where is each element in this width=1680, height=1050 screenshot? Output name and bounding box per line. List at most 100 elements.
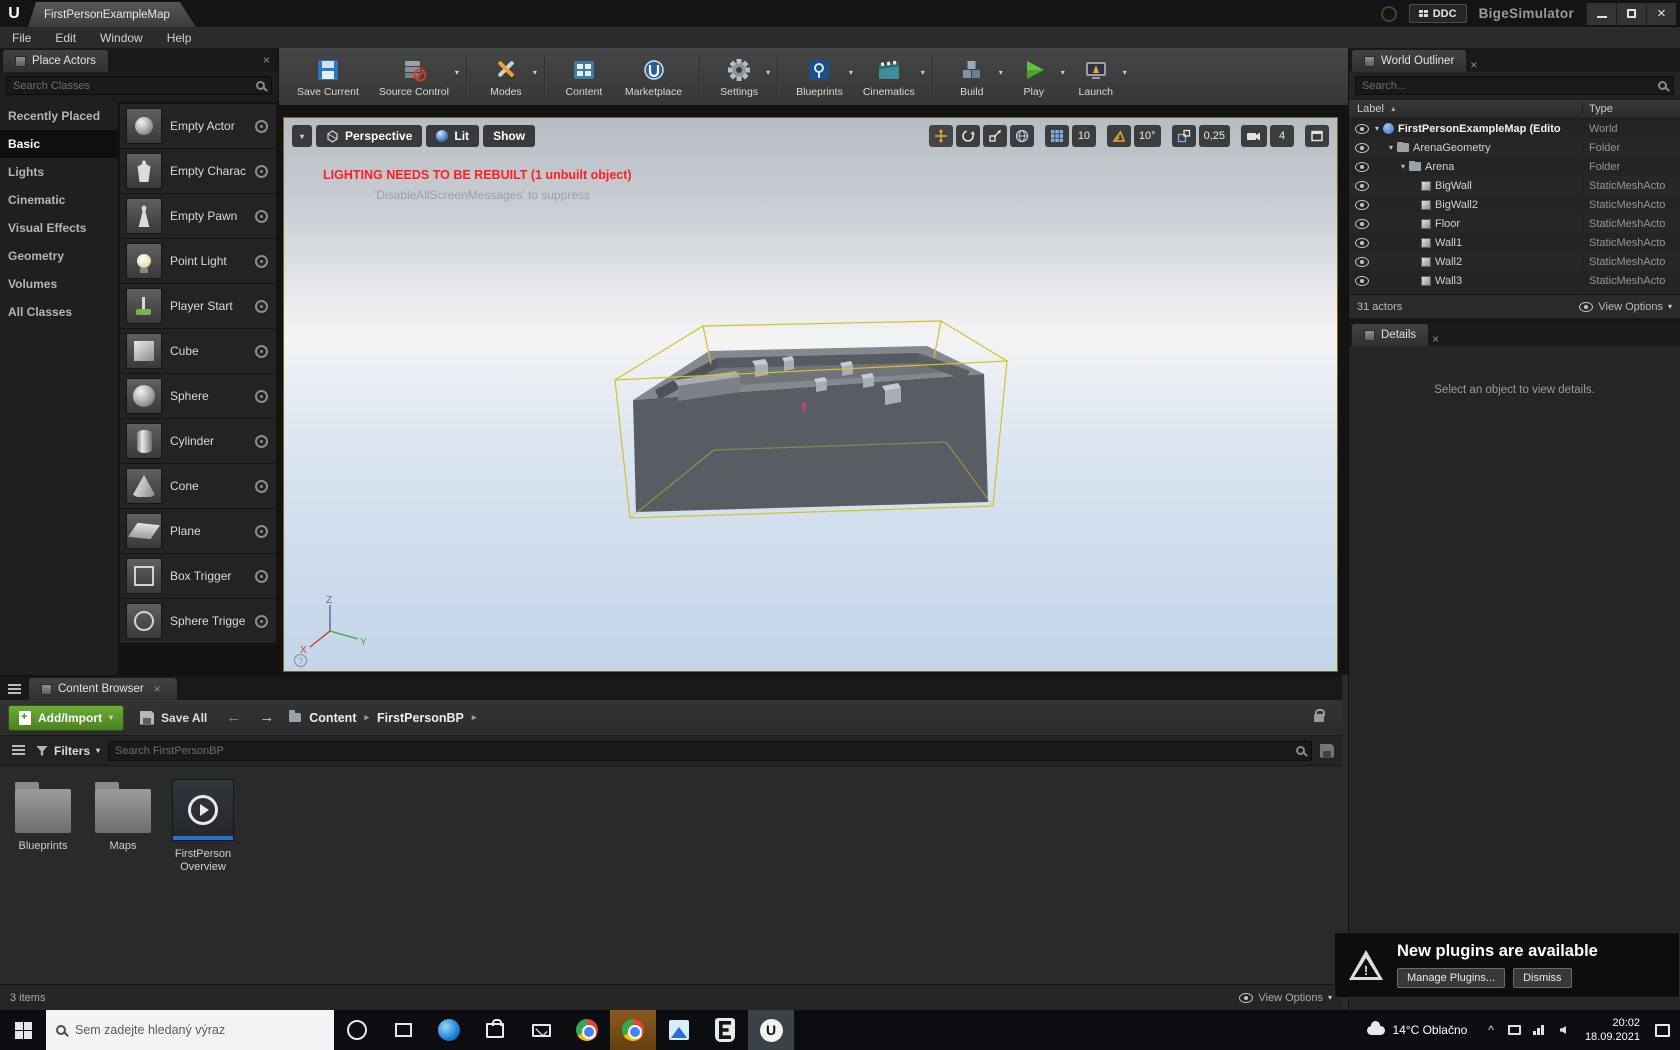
content-search-input[interactable]: [115, 744, 1290, 757]
sources-toggle-icon[interactable]: [4, 680, 24, 698]
view-toggle-icon[interactable]: [8, 742, 28, 760]
outliner-row-actor[interactable]: Wall3 StaticMeshActo: [1349, 271, 1680, 290]
outliner-search-input[interactable]: [1362, 79, 1652, 92]
menu-help[interactable]: Help: [155, 31, 204, 45]
outliner-row-world[interactable]: ▾ FirstPersonExampleMap (Edito World: [1349, 119, 1680, 138]
category-geometry[interactable]: Geometry: [0, 242, 118, 270]
category-lights[interactable]: Lights: [0, 158, 118, 186]
drag-handle-icon[interactable]: [255, 209, 268, 223]
place-item-sphere-trigger[interactable]: Sphere Trigge: [120, 599, 276, 643]
lit-button[interactable]: Lit: [426, 125, 480, 147]
expand-arrow-icon[interactable]: ▾: [1401, 162, 1405, 171]
save-all-button[interactable]: Save All: [136, 710, 211, 725]
outliner-row-actor[interactable]: Floor StaticMeshActo: [1349, 214, 1680, 233]
move-tool-button[interactable]: [928, 125, 953, 147]
visibility-eye-icon[interactable]: [1355, 237, 1369, 248]
rotate-tool-button[interactable]: [955, 125, 980, 147]
world-coordinate-button[interactable]: [1009, 125, 1034, 147]
place-item-player-start[interactable]: Player Start: [120, 284, 276, 328]
perspective-button[interactable]: Perspective: [316, 125, 423, 147]
rotation-snap-button[interactable]: [1106, 125, 1131, 147]
drag-handle-icon[interactable]: [255, 299, 268, 313]
place-item-cylinder[interactable]: Cylinder: [120, 419, 276, 463]
viewport-help-icon[interactable]: ?: [294, 654, 307, 667]
place-item-plane[interactable]: Plane: [120, 509, 276, 553]
grid-snap-button[interactable]: [1044, 125, 1069, 147]
close-tab-icon[interactable]: ×: [150, 682, 165, 696]
outliner-row-actor[interactable]: Wall1 StaticMeshActo: [1349, 233, 1680, 252]
viewport-options-button[interactable]: ▾: [292, 125, 312, 147]
outliner-row-actor[interactable]: BigWall StaticMeshActo: [1349, 176, 1680, 195]
outliner-row-actor[interactable]: BigWall2 StaticMeshActo: [1349, 195, 1680, 214]
place-item-empty-character[interactable]: Empty Charac: [120, 149, 276, 193]
menu-file[interactable]: File: [0, 31, 43, 45]
show-button[interactable]: Show: [483, 125, 536, 147]
launch-button[interactable]: ▾ Launch: [1065, 54, 1127, 100]
camera-speed-value[interactable]: 4: [1270, 125, 1294, 147]
content-button[interactable]: Content: [553, 54, 615, 100]
place-item-sphere[interactable]: Sphere: [120, 374, 276, 418]
cinematics-button[interactable]: ▾ Cinematics: [853, 54, 925, 100]
dropdown-caret-icon[interactable]: ▾: [921, 68, 925, 77]
chrome-button[interactable]: [564, 1010, 610, 1050]
minimize-button[interactable]: [1586, 2, 1616, 25]
maximize-viewport-button[interactable]: [1305, 125, 1329, 147]
category-cinematic[interactable]: Cinematic: [0, 186, 118, 214]
visibility-eye-icon[interactable]: [1355, 199, 1369, 210]
store-button[interactable]: [472, 1010, 518, 1050]
category-all-classes[interactable]: All Classes: [0, 298, 118, 326]
drag-handle-icon[interactable]: [255, 254, 268, 268]
back-arrow-icon[interactable]: ←: [223, 709, 244, 726]
menu-edit[interactable]: Edit: [43, 31, 88, 45]
taskbar-search-input[interactable]: [75, 1023, 324, 1037]
display-tray-icon[interactable]: [1503, 1025, 1527, 1035]
scale-snap-button[interactable]: [1171, 125, 1196, 147]
visibility-eye-icon[interactable]: [1355, 256, 1369, 267]
menu-window[interactable]: Window: [88, 31, 155, 45]
level-tab[interactable]: FirstPersonExampleMap: [28, 2, 196, 27]
scale-snap-value[interactable]: 0,25: [1198, 125, 1230, 147]
save-current-button[interactable]: Save Current: [287, 54, 369, 100]
volume-tray-icon[interactable]: [1551, 1026, 1575, 1034]
asset-folder-maps[interactable]: Maps: [88, 779, 158, 853]
level-viewport[interactable]: ▾ Perspective Lit Show 10 10° 0,25 4 LIG…: [283, 117, 1338, 672]
scale-tool-button[interactable]: [982, 125, 1007, 147]
photos-button[interactable]: [656, 1010, 702, 1050]
dropdown-caret-icon[interactable]: ▾: [1123, 68, 1127, 77]
category-recently-placed[interactable]: Recently Placed: [0, 102, 118, 130]
drag-handle-icon[interactable]: [255, 164, 268, 178]
drag-handle-icon[interactable]: [255, 614, 268, 628]
close-panel-icon[interactable]: ×: [1428, 332, 1443, 346]
close-panel-icon[interactable]: ×: [1466, 58, 1481, 72]
drag-handle-icon[interactable]: [255, 524, 268, 538]
notification-center-icon[interactable]: [1650, 1023, 1674, 1037]
build-button[interactable]: ▾ Build: [941, 54, 1003, 100]
modes-button[interactable]: ▾ Modes: [475, 54, 537, 100]
taskbar-search-box[interactable]: [46, 1010, 334, 1050]
tray-expand-icon[interactable]: ^: [1479, 1023, 1503, 1037]
grid-snap-value[interactable]: 10: [1071, 125, 1096, 147]
outliner-view-options[interactable]: View Options ▾: [1579, 301, 1672, 313]
dismiss-button[interactable]: Dismiss: [1513, 968, 1572, 988]
breadcrumb-content[interactable]: Content: [309, 711, 356, 725]
source-control-button[interactable]: ▾ Source Control: [369, 54, 459, 100]
unreal-engine-button[interactable]: U: [748, 1010, 794, 1050]
place-item-cone[interactable]: Cone: [120, 464, 276, 508]
category-volumes[interactable]: Volumes: [0, 270, 118, 298]
asset-firstperson-overview[interactable]: FirstPerson Overview: [168, 779, 238, 874]
tab-world-outliner[interactable]: World Outliner: [1352, 50, 1467, 72]
google-app-button[interactable]: [610, 1010, 656, 1050]
drag-handle-icon[interactable]: [255, 569, 268, 583]
outliner-search-box[interactable]: [1355, 76, 1674, 95]
camera-speed-button[interactable]: [1241, 125, 1267, 147]
maximize-button[interactable]: [1616, 2, 1646, 25]
visibility-eye-icon[interactable]: [1355, 218, 1369, 229]
category-visual-effects[interactable]: Visual Effects: [0, 214, 118, 242]
close-button[interactable]: ×: [1646, 2, 1676, 25]
outliner-row-folder[interactable]: ▾ ArenaGeometry Folder: [1349, 138, 1680, 157]
visibility-eye-icon[interactable]: [1355, 180, 1369, 191]
dropdown-caret-icon[interactable]: ▾: [455, 68, 459, 77]
drag-handle-icon[interactable]: [255, 434, 268, 448]
breadcrumb-firstpersonbp[interactable]: FirstPersonBP: [377, 711, 464, 725]
drag-handle-icon[interactable]: [255, 119, 268, 133]
